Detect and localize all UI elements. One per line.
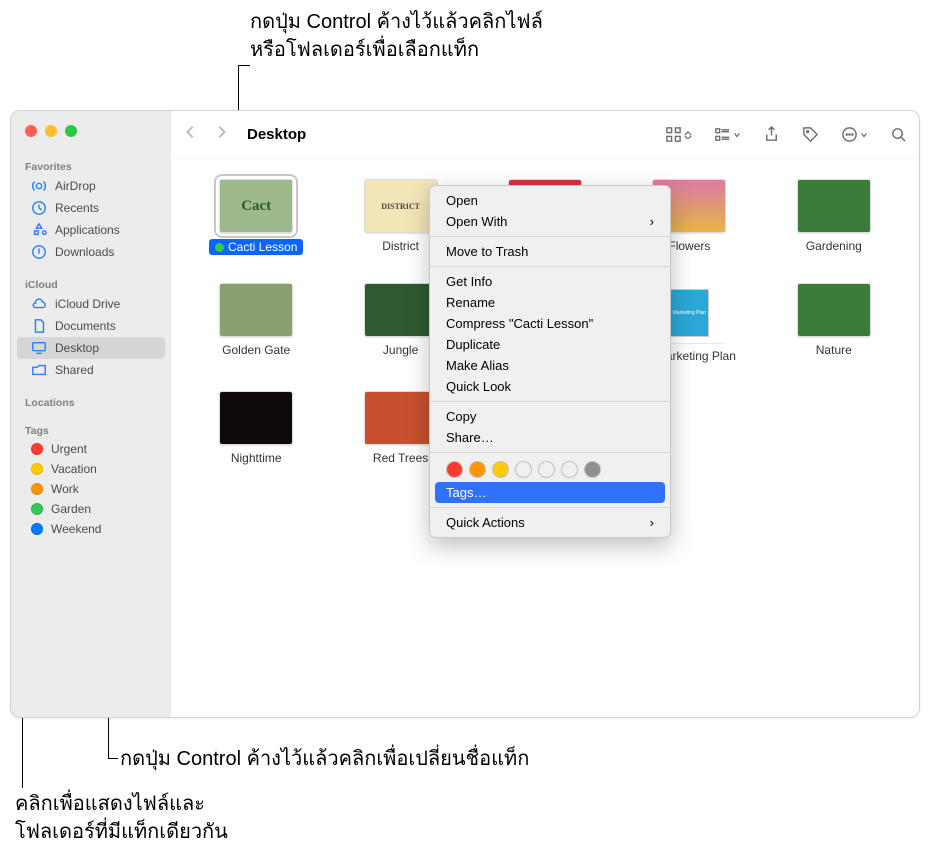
tag-dot-icon bbox=[31, 483, 43, 495]
back-button[interactable] bbox=[183, 125, 197, 144]
sidebar-tag-garden[interactable]: Garden bbox=[17, 499, 165, 519]
shared-icon bbox=[31, 362, 47, 378]
ctx-make-alias[interactable]: Make Alias bbox=[430, 355, 670, 376]
minimize-button[interactable] bbox=[45, 125, 57, 137]
file-label: Jungle bbox=[383, 343, 418, 357]
file-label: Cacti Lesson bbox=[209, 239, 303, 255]
zoom-button[interactable] bbox=[65, 125, 77, 137]
file-label: Nighttime bbox=[231, 451, 282, 465]
ctx-share[interactable]: Share… bbox=[430, 427, 670, 448]
sidebar-tag-vacation[interactable]: Vacation bbox=[17, 459, 165, 479]
callout-mid: กดปุ่ม Control ค้างไว้แล้วคลิกเพื่อเปลี่… bbox=[120, 745, 529, 773]
tag-color-circle[interactable] bbox=[561, 461, 578, 478]
file-label: Flowers bbox=[668, 239, 710, 253]
doc-icon bbox=[31, 318, 47, 334]
ctx-compress[interactable]: Compress "Cacti Lesson" bbox=[430, 313, 670, 334]
tag-dot-icon bbox=[31, 523, 43, 535]
callout-top: กดปุ่ม Control ค้างไว้แล้วคลิกไฟล์ หรือโ… bbox=[250, 8, 543, 64]
tag-color-circle[interactable] bbox=[446, 461, 463, 478]
window-title: Desktop bbox=[247, 126, 665, 143]
file-label: Gardening bbox=[806, 239, 862, 253]
ctx-quick-look[interactable]: Quick Look bbox=[430, 376, 670, 397]
ctx-open[interactable]: Open bbox=[430, 190, 670, 211]
tag-color-circle[interactable] bbox=[515, 461, 532, 478]
sidebar-item-documents[interactable]: Documents bbox=[17, 315, 165, 337]
sidebar-item-icloud-drive[interactable]: iCloud Drive bbox=[17, 293, 165, 315]
sidebar-tag-weekend[interactable]: Weekend bbox=[17, 519, 165, 539]
sidebar: Favorites AirDropRecentsApplicationsDown… bbox=[11, 111, 171, 717]
sidebar-item-shared[interactable]: Shared bbox=[17, 359, 165, 381]
tag-color-circle[interactable] bbox=[584, 461, 601, 478]
more-button[interactable] bbox=[841, 126, 868, 143]
sidebar-item-desktop[interactable]: Desktop bbox=[17, 337, 165, 359]
file-label: Red Trees bbox=[373, 451, 428, 465]
file-thumbnail: DISTRICT bbox=[364, 179, 438, 233]
window-controls bbox=[11, 125, 171, 137]
group-button[interactable] bbox=[714, 126, 741, 143]
finder-window: Favorites AirDropRecentsApplicationsDown… bbox=[10, 110, 920, 718]
ctx-copy[interactable]: Copy bbox=[430, 406, 670, 427]
tag-color-circle[interactable] bbox=[469, 461, 486, 478]
share-button[interactable] bbox=[763, 126, 780, 143]
ctx-tag-row bbox=[430, 457, 670, 482]
sidebar-item-recents[interactable]: Recents bbox=[17, 197, 165, 219]
download-icon bbox=[31, 244, 47, 260]
chevron-right-icon: › bbox=[650, 214, 654, 229]
close-button[interactable] bbox=[25, 125, 37, 137]
file-label: District bbox=[382, 239, 419, 253]
callout-line-top-h bbox=[238, 65, 250, 66]
tags-button[interactable] bbox=[802, 126, 819, 143]
tag-dot-icon bbox=[31, 443, 43, 455]
context-menu: Open Open With› Move to Trash Get Info R… bbox=[429, 185, 671, 538]
file-thumbnail bbox=[219, 283, 293, 337]
ctx-open-with[interactable]: Open With› bbox=[430, 211, 670, 232]
file-golden-gate[interactable]: Golden Gate bbox=[189, 283, 323, 363]
file-thumbnail bbox=[797, 283, 871, 337]
file-nighttime[interactable]: Nighttime bbox=[189, 391, 323, 465]
desktop-icon bbox=[31, 340, 47, 356]
tag-color-circle[interactable] bbox=[492, 461, 509, 478]
file-thumbnail bbox=[364, 283, 438, 337]
tag-color-circle[interactable] bbox=[538, 461, 555, 478]
search-button[interactable] bbox=[890, 126, 907, 143]
view-grid-button[interactable] bbox=[665, 126, 692, 143]
forward-button[interactable] bbox=[215, 125, 229, 144]
ctx-rename[interactable]: Rename bbox=[430, 292, 670, 313]
tags-header: Tags bbox=[11, 419, 171, 439]
favorites-header: Favorites bbox=[11, 155, 171, 175]
file-thumbnail bbox=[219, 391, 293, 445]
file-label: Nature bbox=[816, 343, 852, 357]
ctx-get-info[interactable]: Get Info bbox=[430, 271, 670, 292]
file-cacti-lesson[interactable]: Cact Cacti Lesson bbox=[189, 179, 323, 255]
ctx-duplicate[interactable]: Duplicate bbox=[430, 334, 670, 355]
sidebar-item-airdrop[interactable]: AirDrop bbox=[17, 175, 165, 197]
file-thumbnail bbox=[364, 391, 438, 445]
file-thumbnail bbox=[797, 179, 871, 233]
cloud-icon bbox=[31, 296, 47, 312]
callout-bot: คลิกเพื่อแสดงไฟล์และ โฟลเดอร์ที่มีแท็กเด… bbox=[15, 790, 228, 846]
ctx-quick-actions[interactable]: Quick Actions› bbox=[430, 512, 670, 533]
airdrop-icon bbox=[31, 178, 47, 194]
sidebar-tag-urgent[interactable]: Urgent bbox=[17, 439, 165, 459]
chevron-right-icon: › bbox=[650, 515, 654, 530]
file-label: Golden Gate bbox=[222, 343, 290, 357]
locations-header: Locations bbox=[11, 391, 171, 411]
toolbar: Desktop bbox=[171, 111, 919, 159]
tag-dot-icon bbox=[31, 503, 43, 515]
sidebar-tag-work[interactable]: Work bbox=[17, 479, 165, 499]
file-nature[interactable]: Nature bbox=[767, 283, 901, 363]
ctx-tags[interactable]: Tags… bbox=[435, 482, 665, 503]
file-thumbnail: Cact bbox=[219, 179, 293, 233]
file-gardening[interactable]: Gardening bbox=[767, 179, 901, 255]
icloud-header: iCloud bbox=[11, 273, 171, 293]
clock-icon bbox=[31, 200, 47, 216]
tag-dot-icon bbox=[31, 463, 43, 475]
sidebar-item-downloads[interactable]: Downloads bbox=[17, 241, 165, 263]
ctx-trash[interactable]: Move to Trash bbox=[430, 241, 670, 262]
apps-icon bbox=[31, 222, 47, 238]
sidebar-item-applications[interactable]: Applications bbox=[17, 219, 165, 241]
content-pane: Desktop Cact Cacti Lesson DISTRICT District… bbox=[171, 111, 919, 717]
tag-dot-icon bbox=[215, 243, 224, 252]
